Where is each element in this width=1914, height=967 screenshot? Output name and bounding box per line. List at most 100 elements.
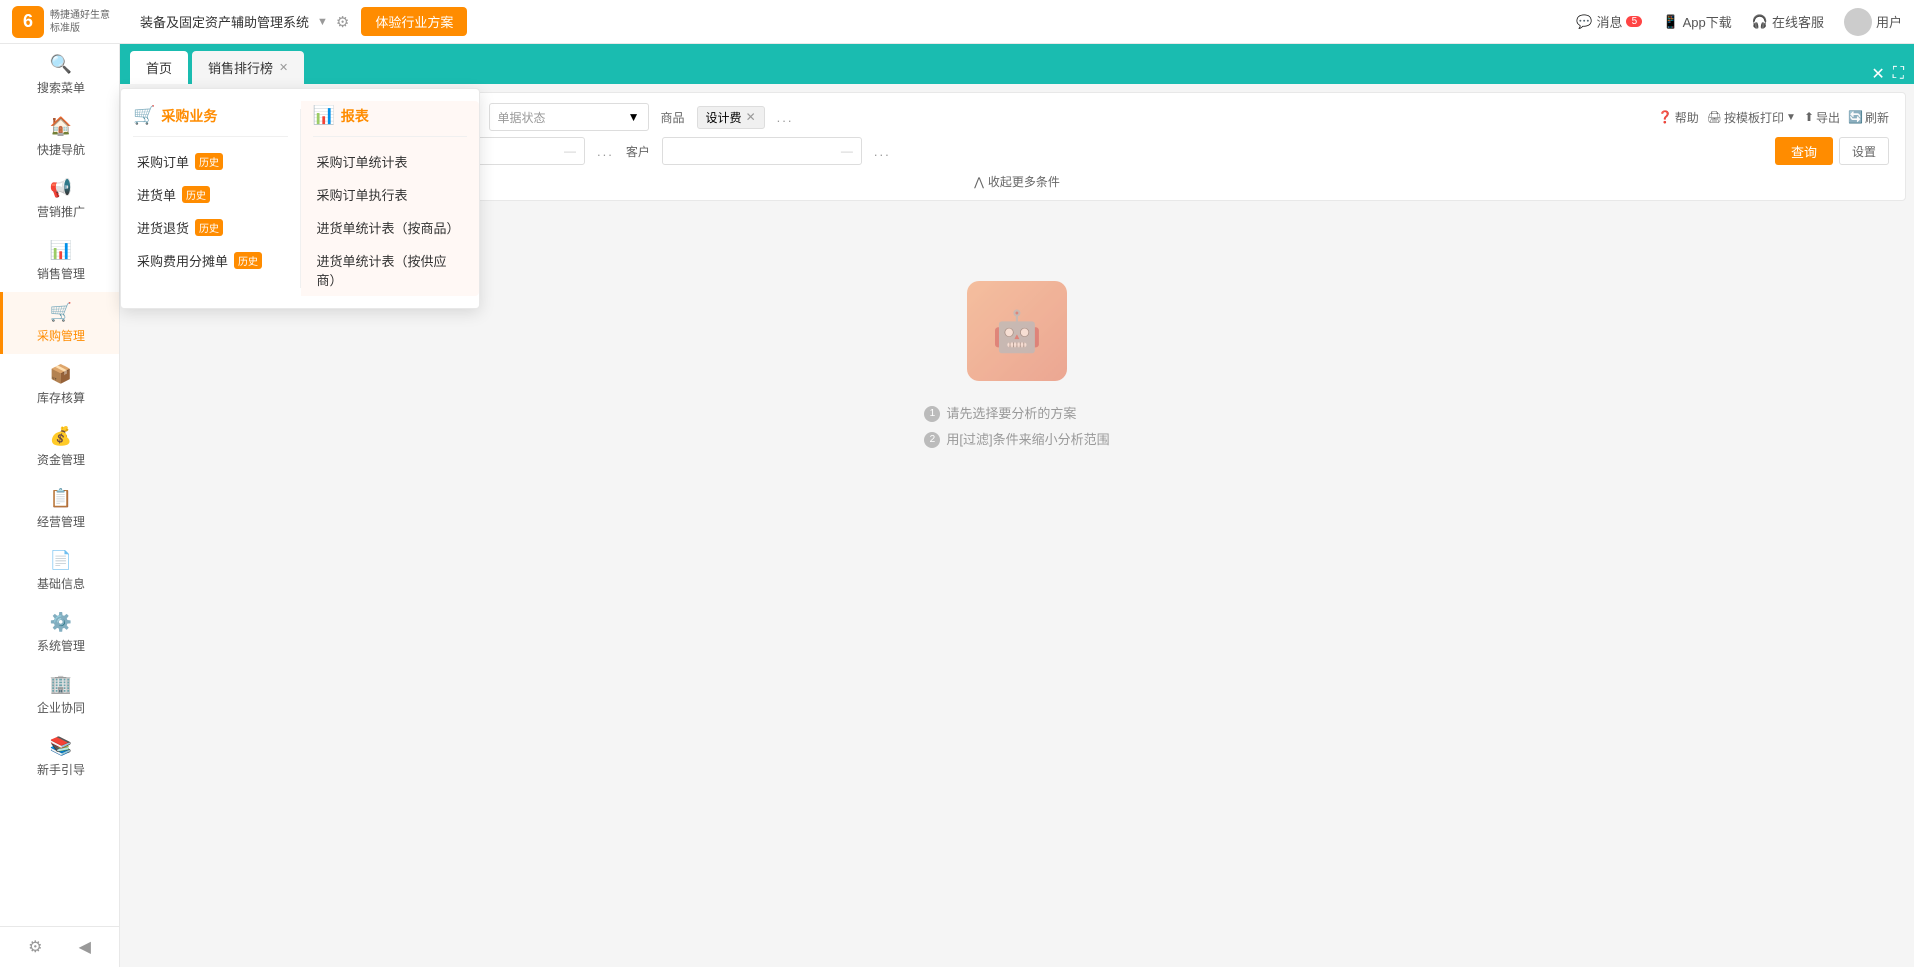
tab-close-btn[interactable]: ✕	[1871, 64, 1884, 84]
refresh-icon: 🔄	[1848, 110, 1863, 124]
chevron-down-salesman: —	[564, 144, 576, 158]
message-badge: 5	[1626, 16, 1642, 27]
print-btn[interactable]: 🖨 按模板打印 ▼	[1707, 109, 1796, 126]
empty-tip-2: 2 用[过滤]条件来缩小分析范围	[924, 427, 1109, 453]
dropdown-item-purchase-in-supplier[interactable]: 进货单统计表（按供应商）	[313, 244, 468, 296]
chevron-down-customer: —	[841, 144, 853, 158]
help-btn[interactable]: ❓ 帮助	[1658, 109, 1699, 126]
tab-expand-btn[interactable]: ⛶	[1893, 65, 1904, 83]
avatar	[1844, 8, 1872, 36]
sidebar-item-guide[interactable]: 📚 新手引导	[0, 726, 119, 788]
tab-home[interactable]: 首页	[130, 51, 188, 84]
app-download-btn[interactable]: 📱 App下载	[1662, 12, 1731, 31]
tab-actions: ✕ ⛶	[1871, 64, 1904, 84]
purchase-dropdown-menu: 🛒 采购业务 采购订单 历史 进货单 历史 进货退货 历史 采购费用分摊单 历史	[120, 88, 480, 309]
sidebar-bottom: ⚙ ◀	[0, 926, 119, 967]
sidebar-item-purchase[interactable]: 🛒 采购管理	[0, 292, 119, 354]
export-icon: ⬆	[1804, 110, 1814, 124]
refresh-btn[interactable]: 🔄 刷新	[1848, 109, 1889, 126]
goods-tag: 设计费 ✕	[697, 106, 765, 129]
online-service-btn[interactable]: 🎧 在线客服	[1752, 12, 1824, 31]
search-icon: 🔍	[50, 54, 72, 75]
tab-bar: 首页 销售排行榜 ✕ ✕ ⛶	[120, 44, 1914, 84]
chevron-down-icon[interactable]: ▼	[317, 16, 328, 28]
export-btn[interactable]: ⬆ 导出	[1804, 109, 1840, 126]
dropdown-item-purchase-order-exec[interactable]: 采购订单执行表	[313, 178, 468, 211]
empty-tip-1: 1 请先选择要分析的方案	[924, 401, 1109, 427]
dropdown-item-purchase-order-stat[interactable]: 采购订单统计表	[313, 145, 468, 178]
sidebar-item-operations[interactable]: 📋 经营管理	[0, 478, 119, 540]
top-header: 6 畅捷通好生意 标准版 装备及固定资产辅助管理系统 ▼ ⚙ 体验行业方案 💬 …	[0, 0, 1914, 44]
top-right: 💬 消息 5 📱 App下载 🎧 在线客服 用户	[1576, 8, 1902, 36]
print-dropdown-icon: ▼	[1786, 112, 1796, 123]
help-icon: ❓	[1658, 110, 1673, 124]
customer-select[interactable]: —	[662, 137, 862, 165]
salesman-more[interactable]: ...	[597, 144, 614, 159]
history-badge-0: 历史	[195, 153, 223, 170]
money-icon: 💰	[50, 426, 72, 447]
status-select[interactable]: 单据状态 ▼	[489, 103, 649, 131]
box-icon: 📦	[50, 364, 72, 385]
history-badge-2: 历史	[195, 219, 223, 236]
dropdown-cols: 🛒 采购业务 采购订单 历史 进货单 历史 进货退货 历史 采购费用分摊单 历史	[121, 101, 479, 296]
settings-icon[interactable]: ⚙	[336, 13, 349, 31]
sidebar-item-quick-nav[interactable]: 🏠 快捷导航	[0, 106, 119, 168]
sidebar-item-sales[interactable]: 📊 销售管理	[0, 230, 119, 292]
empty-tips: 1 请先选择要分析的方案 2 用[过滤]条件来缩小分析范围	[924, 401, 1109, 453]
tab-close-icon[interactable]: ✕	[279, 61, 288, 74]
tip-num-1: 1	[924, 406, 940, 422]
history-badge-1: 历史	[182, 186, 210, 203]
headset-icon: 🎧	[1752, 14, 1768, 30]
purchase-col-icon: 🛒	[133, 105, 155, 126]
query-btn[interactable]: 查询	[1775, 137, 1833, 165]
dropdown-item-purchase-in-goods[interactable]: 进货单统计表（按商品）	[313, 211, 468, 244]
industry-btn[interactable]: 体验行业方案	[361, 7, 467, 36]
settings-btn[interactable]: 设置	[1839, 137, 1889, 165]
print-icon: 🖨	[1707, 110, 1722, 124]
sidebar-item-inventory[interactable]: 📦 库存核算	[0, 354, 119, 416]
sidebar-item-finance[interactable]: 💰 资金管理	[0, 416, 119, 478]
building-icon: 🏢	[50, 674, 72, 695]
sidebar-item-system[interactable]: ⚙️ 系统管理	[0, 602, 119, 664]
report-col-title: 📊 报表	[313, 101, 468, 137]
dropdown-report-col: 📊 报表 采购订单统计表 采购订单执行表 进货单统计表（按商品） 进货单统计表（…	[301, 101, 480, 296]
report-col-icon: 📊	[313, 105, 335, 126]
dropdown-item-purchase-order[interactable]: 采购订单 历史	[133, 145, 288, 178]
empty-illustration: 🤖	[967, 281, 1067, 381]
system-title: 装备及固定资产辅助管理系统 ▼ ⚙	[140, 12, 349, 31]
message-icon: 💬	[1576, 14, 1592, 30]
sidebar-item-search[interactable]: 🔍 搜索菜单	[0, 44, 119, 106]
chart-icon: 📊	[50, 240, 72, 261]
goods-label: 商品	[661, 109, 685, 126]
customer-more[interactable]: ...	[874, 144, 891, 159]
cart-icon: 🛒	[50, 302, 72, 323]
logo-area: 6 畅捷通好生意 标准版	[12, 6, 132, 38]
collapse-sidebar-icon[interactable]: ◀	[79, 937, 91, 957]
dropdown-item-purchase-in[interactable]: 进货单 历史	[133, 178, 288, 211]
user-btn[interactable]: 用户	[1844, 8, 1902, 36]
book-icon: 📚	[50, 736, 72, 757]
clipboard-icon: 📋	[50, 488, 72, 509]
sidebar: 🔍 搜索菜单 🏠 快捷导航 📢 营销推广 📊 销售管理 🛒 采购管理 📦 库存核…	[0, 44, 120, 967]
chevron-down-status: ▼	[628, 110, 640, 124]
action-btns: ❓ 帮助 🖨 按模板打印 ▼ ⬆ 导出 🔄	[1658, 109, 1889, 126]
doc-icon: 📄	[50, 550, 72, 571]
tab-sales-rank[interactable]: 销售排行榜 ✕	[192, 51, 304, 84]
megaphone-icon: 📢	[50, 178, 72, 199]
sidebar-item-marketing[interactable]: 📢 营销推广	[0, 168, 119, 230]
settings-bottom-icon[interactable]: ⚙	[28, 937, 42, 957]
logo-icon: 6	[12, 6, 44, 38]
phone-icon: 📱	[1662, 14, 1678, 30]
goods-tag-close[interactable]: ✕	[746, 110, 756, 124]
dropdown-item-purchase-expense[interactable]: 采购费用分摊单 历史	[133, 244, 288, 277]
sidebar-item-basic-info[interactable]: 📄 基础信息	[0, 540, 119, 602]
dropdown-item-purchase-return[interactable]: 进货退货 历史	[133, 211, 288, 244]
gear-icon: ⚙️	[50, 612, 72, 633]
logo-text: 畅捷通好生意 标准版	[50, 9, 110, 35]
customer-label: 客户	[626, 143, 650, 160]
goods-more[interactable]: ...	[777, 110, 794, 125]
chevron-up-icon: ⋀	[974, 175, 984, 189]
message-btn[interactable]: 💬 消息 5	[1576, 12, 1642, 31]
home-icon: 🏠	[50, 116, 72, 137]
sidebar-item-enterprise[interactable]: 🏢 企业协同	[0, 664, 119, 726]
